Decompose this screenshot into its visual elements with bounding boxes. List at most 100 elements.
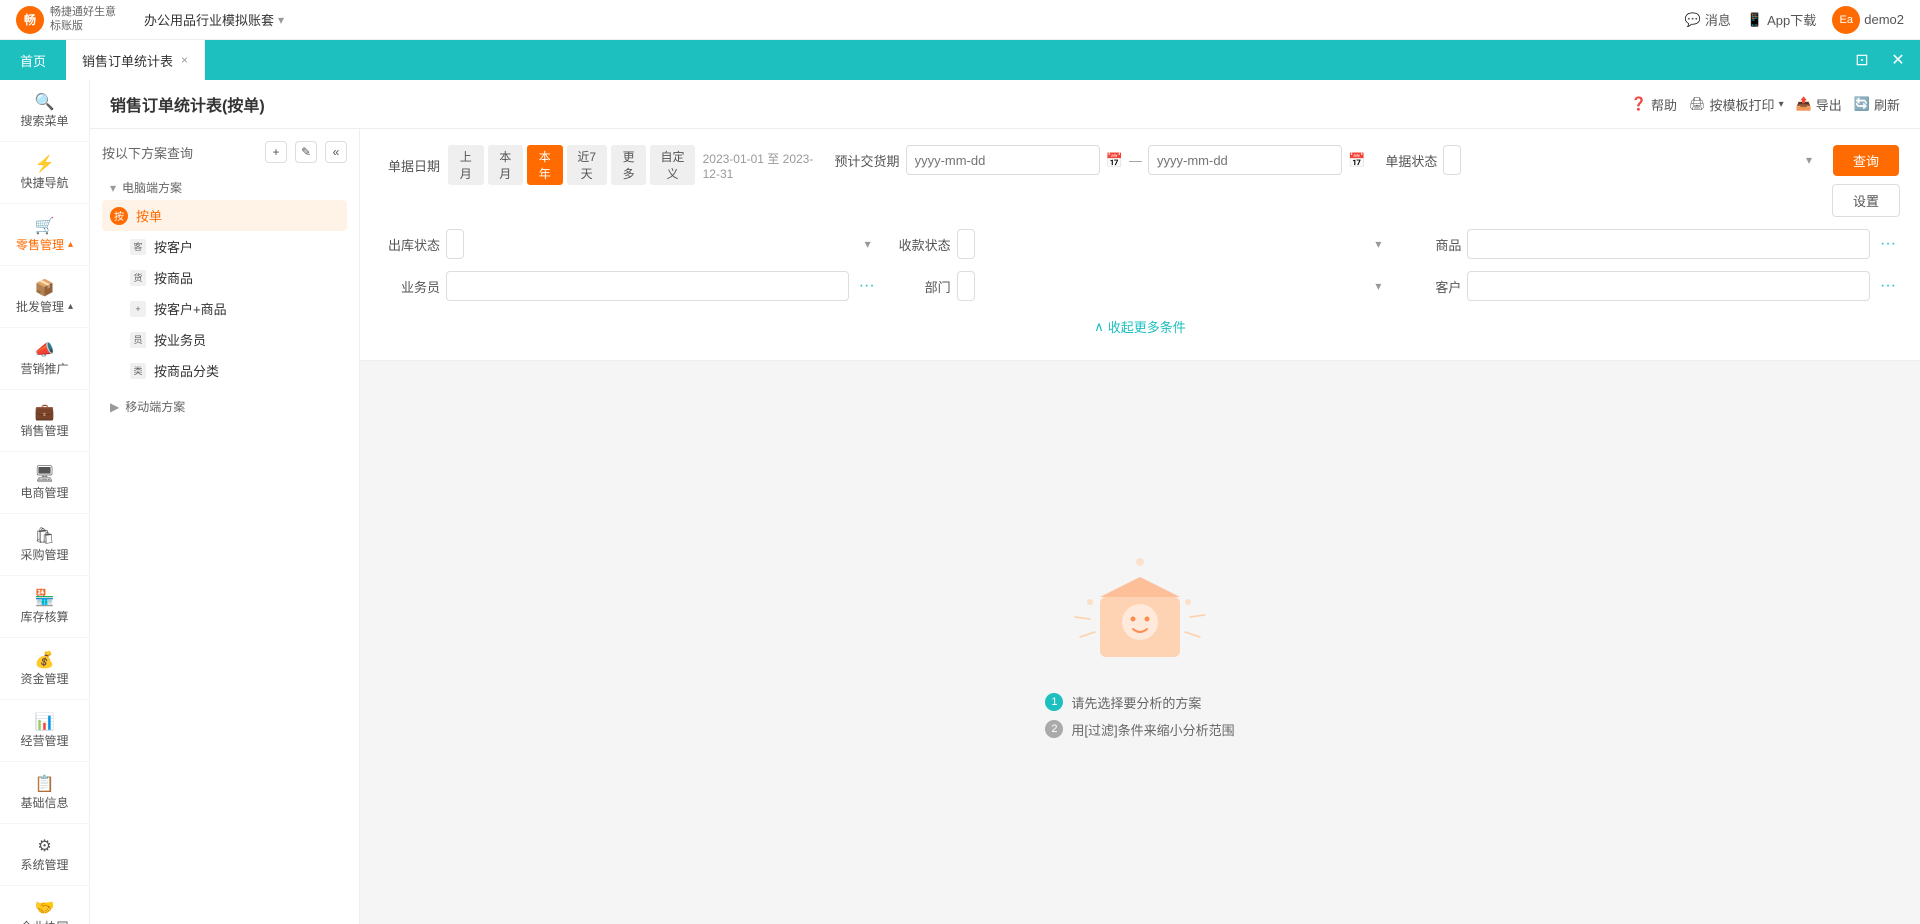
message-icon: 💬 <box>1685 12 1701 28</box>
by-customer-label: 按客户 <box>154 237 193 256</box>
export-button[interactable]: 📤 导出 <box>1796 95 1842 114</box>
enterprise-icon: 🤝 <box>0 898 89 918</box>
more-date-button[interactable]: 更多 <box>611 145 647 185</box>
bill-status-label: 单据状态 <box>1377 151 1437 170</box>
sidebar-item-operations[interactable]: 📊 经营管理 <box>0 700 89 762</box>
goods-dots[interactable]: ··· <box>1876 235 1900 253</box>
logo-area: 畅 畅捷通好生意 标账版 <box>16 6 116 34</box>
query-button[interactable]: 查询 <box>1833 145 1899 176</box>
collapse-arrow-icon: ∧ <box>1094 319 1104 335</box>
help-button[interactable]: ❓ 帮助 <box>1631 95 1677 114</box>
collect-status-label: 收款状态 <box>891 235 951 254</box>
app-download-button[interactable]: 📱 App下载 <box>1747 10 1816 29</box>
custom-date-button[interactable]: 自定义 <box>650 145 694 185</box>
base-icon: 📋 <box>0 774 89 794</box>
collect-status-select[interactable] <box>957 229 975 259</box>
date-range-text: 2023-01-01 至 2023-12-31 <box>703 150 823 181</box>
expected-date-end-input[interactable] <box>1148 145 1342 175</box>
desktop-section-header[interactable]: ▾ 电脑端方案 <box>102 175 347 200</box>
reset-button[interactable]: 设置 <box>1832 184 1900 217</box>
bill-status-select[interactable] <box>1443 145 1461 175</box>
refresh-button[interactable]: 🔄 刷新 <box>1854 95 1900 114</box>
salesman-dots[interactable]: ··· <box>855 277 879 295</box>
sidebar-item-marketing[interactable]: 📣 营销推广 <box>0 328 89 390</box>
calendar-end-icon[interactable]: 📅 <box>1348 152 1365 169</box>
sidebar-item-system[interactable]: ⚙ 系统管理 <box>0 824 89 886</box>
scheme-by-customer[interactable]: 客 按客户 <box>102 231 347 262</box>
mobile-section-header[interactable]: ▶ 移动端方案 <box>102 394 347 419</box>
dept-select[interactable] <box>957 271 975 301</box>
by-salesman-icon: 员 <box>130 332 146 348</box>
retail-icon: 🛒 <box>0 216 89 236</box>
user-menu[interactable]: Ea demo2 <box>1832 6 1904 34</box>
sidebar-item-purchase[interactable]: 🛍 采购管理 <box>0 514 89 576</box>
print-dropdown-icon: ▾ <box>1779 99 1784 110</box>
by-salesman-label: 按业务员 <box>154 330 206 349</box>
restore-window-button[interactable]: ⊡ <box>1848 46 1876 74</box>
retail-arrow-icon: ▴ <box>68 239 73 250</box>
page-actions: ❓ 帮助 🖨 按模板打印 ▾ 📤 导出 🔄 刷新 <box>1631 95 1900 114</box>
operations-icon: 📊 <box>0 712 89 732</box>
logo-icon: 畅 <box>16 6 44 34</box>
goods-input[interactable] <box>1467 229 1870 259</box>
salesman-input[interactable] <box>446 271 849 301</box>
scheme-by-goods[interactable]: 货 按商品 <box>102 262 347 293</box>
close-window-icon: ✕ <box>1891 50 1904 70</box>
wholesale-arrow-icon: ▴ <box>68 301 73 312</box>
sidebar-item-enterprise[interactable]: 🤝 企业协同 <box>0 886 89 924</box>
breadcrumb-text: 办公用品行业模拟账套 <box>144 10 274 29</box>
sidebar-item-quicknav[interactable]: ⚡ 快捷导航 <box>0 142 89 204</box>
tab-sales-order-stats[interactable]: 销售订单统计表 × <box>66 40 205 80</box>
tab-bar-right: ⊡ ✕ <box>1848 46 1920 74</box>
sidebar-item-sales[interactable]: 💼 销售管理 <box>0 390 89 452</box>
scheme-by-salesman[interactable]: 员 按业务员 <box>102 324 347 355</box>
by-category-icon: 类 <box>130 363 146 379</box>
customer-dots[interactable]: ··· <box>1876 277 1900 295</box>
empty-svg <box>1070 547 1210 677</box>
message-button[interactable]: 💬 消息 <box>1685 10 1731 29</box>
sidebar-item-search[interactable]: 🔍 搜索菜单 <box>0 80 89 142</box>
scheme-by-customer-goods[interactable]: + 按客户+商品 <box>102 293 347 324</box>
sidebar-item-base[interactable]: 📋 基础信息 <box>0 762 89 824</box>
sidebar-item-ecommerce[interactable]: 🖥 电商管理 <box>0 452 89 514</box>
by-order-label: 按单 <box>136 206 162 225</box>
breadcrumb-arrow-icon[interactable]: ▾ <box>278 13 284 27</box>
empty-state: 1 请先选择要分析的方案 2 用[过滤]条件来缩小分析范围 <box>360 361 1920 924</box>
last-month-button[interactable]: 上月 <box>448 145 484 185</box>
dept-label: 部门 <box>891 277 951 296</box>
collapse-filter-button[interactable]: ∧ 收起更多条件 <box>380 309 1900 344</box>
by-customer-goods-label: 按客户+商品 <box>154 299 227 318</box>
scheme-by-category[interactable]: 类 按商品分类 <box>102 355 347 386</box>
sidebar-item-retail[interactable]: 🛒 零售管理 ▴ <box>0 204 89 266</box>
scheme-by-order[interactable]: 按 按单 <box>102 200 347 231</box>
print-icon: 🖨 <box>1689 96 1706 112</box>
sidebar-item-wholesale[interactable]: 📦 批发管理 ▴ <box>0 266 89 328</box>
this-month-button[interactable]: 本月 <box>488 145 524 185</box>
by-goods-label: 按商品 <box>154 268 193 287</box>
print-button[interactable]: 🖨 按模板打印 ▾ <box>1689 95 1784 114</box>
tab-close-icon[interactable]: × <box>181 53 188 67</box>
sidebar-item-finance[interactable]: 💰 资金管理 <box>0 638 89 700</box>
close-window-button[interactable]: ✕ <box>1884 46 1912 74</box>
add-scheme-button[interactable]: + <box>265 141 287 163</box>
tab-home[interactable]: 首页 <box>0 40 66 80</box>
last-7days-button[interactable]: 近7天 <box>567 145 607 185</box>
this-year-button[interactable]: 本年 <box>527 145 563 185</box>
ship-status-select[interactable] <box>446 229 464 259</box>
edit-scheme-button[interactable]: ✎ <box>295 141 317 163</box>
by-order-icon: 按 <box>110 207 128 225</box>
avatar: Ea <box>1832 6 1860 34</box>
goods-label: 商品 <box>1401 235 1461 254</box>
collapse-panel-button[interactable]: « <box>325 141 347 163</box>
customer-input[interactable] <box>1467 271 1870 301</box>
empty-tip-2: 2 用[过滤]条件来缩小分析范围 <box>1045 720 1234 739</box>
panel-tools: + ✎ « <box>265 141 347 163</box>
app-icon: 📱 <box>1747 12 1763 28</box>
expected-date-start-input[interactable] <box>906 145 1100 175</box>
by-customer-goods-icon: + <box>130 301 146 317</box>
sidebar-item-inventory[interactable]: 🏪 库存核算 <box>0 576 89 638</box>
by-category-label: 按商品分类 <box>154 361 219 380</box>
help-icon: ❓ <box>1631 96 1647 112</box>
inventory-icon: 🏪 <box>0 588 89 608</box>
calendar-start-icon[interactable]: 📅 <box>1106 152 1123 169</box>
